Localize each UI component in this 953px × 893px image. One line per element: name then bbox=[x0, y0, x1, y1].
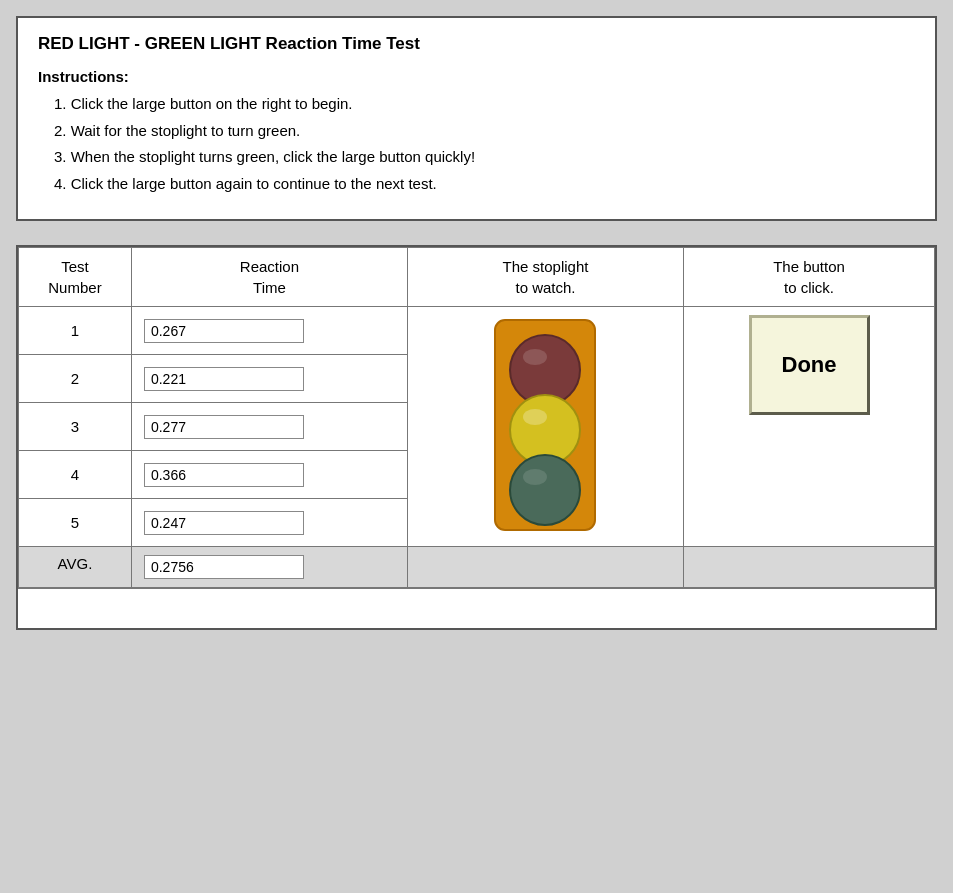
table-footer bbox=[18, 588, 935, 628]
avg-stoplight-placeholder bbox=[407, 547, 683, 588]
page-title: RED LIGHT - GREEN LIGHT Reaction Time Te… bbox=[38, 34, 915, 54]
instruction-step-3: 3. When the stoplight turns green, click… bbox=[54, 146, 915, 169]
reaction-time-input-4[interactable] bbox=[144, 463, 304, 487]
header-stoplight: The stoplightto watch. bbox=[407, 248, 683, 307]
test-number-cell: 2 bbox=[19, 355, 132, 403]
avg-label: AVG. bbox=[19, 547, 132, 588]
svg-point-6 bbox=[523, 469, 547, 485]
svg-point-4 bbox=[523, 409, 547, 425]
reaction-time-cell bbox=[131, 355, 407, 403]
instructions-list: 1. Click the large button on the right t… bbox=[38, 93, 915, 195]
instruction-step-4: 4. Click the large button again to conti… bbox=[54, 173, 915, 196]
done-button-cell: Done bbox=[684, 307, 935, 547]
avg-input[interactable] bbox=[144, 555, 304, 579]
stoplight-container bbox=[485, 315, 605, 538]
reaction-time-cell bbox=[131, 307, 407, 355]
test-number-cell: 4 bbox=[19, 451, 132, 499]
stoplight-display bbox=[407, 307, 683, 547]
done-button[interactable]: Done bbox=[749, 315, 870, 415]
instructions-box: RED LIGHT - GREEN LIGHT Reaction Time Te… bbox=[16, 16, 937, 221]
avg-button-placeholder bbox=[684, 547, 935, 588]
test-number-cell: 5 bbox=[19, 499, 132, 547]
instructions-subtitle: Instructions: bbox=[38, 68, 915, 85]
header-button: The buttonto click. bbox=[684, 248, 935, 307]
reaction-time-input-3[interactable] bbox=[144, 415, 304, 439]
avg-value-cell bbox=[131, 547, 407, 588]
reaction-time-input-5[interactable] bbox=[144, 511, 304, 535]
results-table: TestNumber ReactionTime The stoplightto … bbox=[18, 247, 935, 588]
reaction-time-input-1[interactable] bbox=[144, 319, 304, 343]
stoplight-svg bbox=[485, 315, 605, 535]
reaction-time-cell bbox=[131, 499, 407, 547]
instruction-step-1: 1. Click the large button on the right t… bbox=[54, 93, 915, 116]
svg-point-2 bbox=[523, 349, 547, 365]
reaction-time-cell bbox=[131, 403, 407, 451]
average-row: AVG. bbox=[19, 547, 935, 588]
reaction-time-input-2[interactable] bbox=[144, 367, 304, 391]
svg-point-5 bbox=[510, 455, 580, 525]
test-number-cell: 3 bbox=[19, 403, 132, 451]
reaction-time-cell bbox=[131, 451, 407, 499]
table-row: 1 bbox=[19, 307, 935, 355]
header-reaction-time: ReactionTime bbox=[131, 248, 407, 307]
instruction-step-2: 2. Wait for the stoplight to turn green. bbox=[54, 120, 915, 143]
page-wrapper: RED LIGHT - GREEN LIGHT Reaction Time Te… bbox=[16, 16, 937, 630]
table-box: TestNumber ReactionTime The stoplightto … bbox=[16, 245, 937, 630]
header-test-number: TestNumber bbox=[19, 248, 132, 307]
test-number-cell: 1 bbox=[19, 307, 132, 355]
